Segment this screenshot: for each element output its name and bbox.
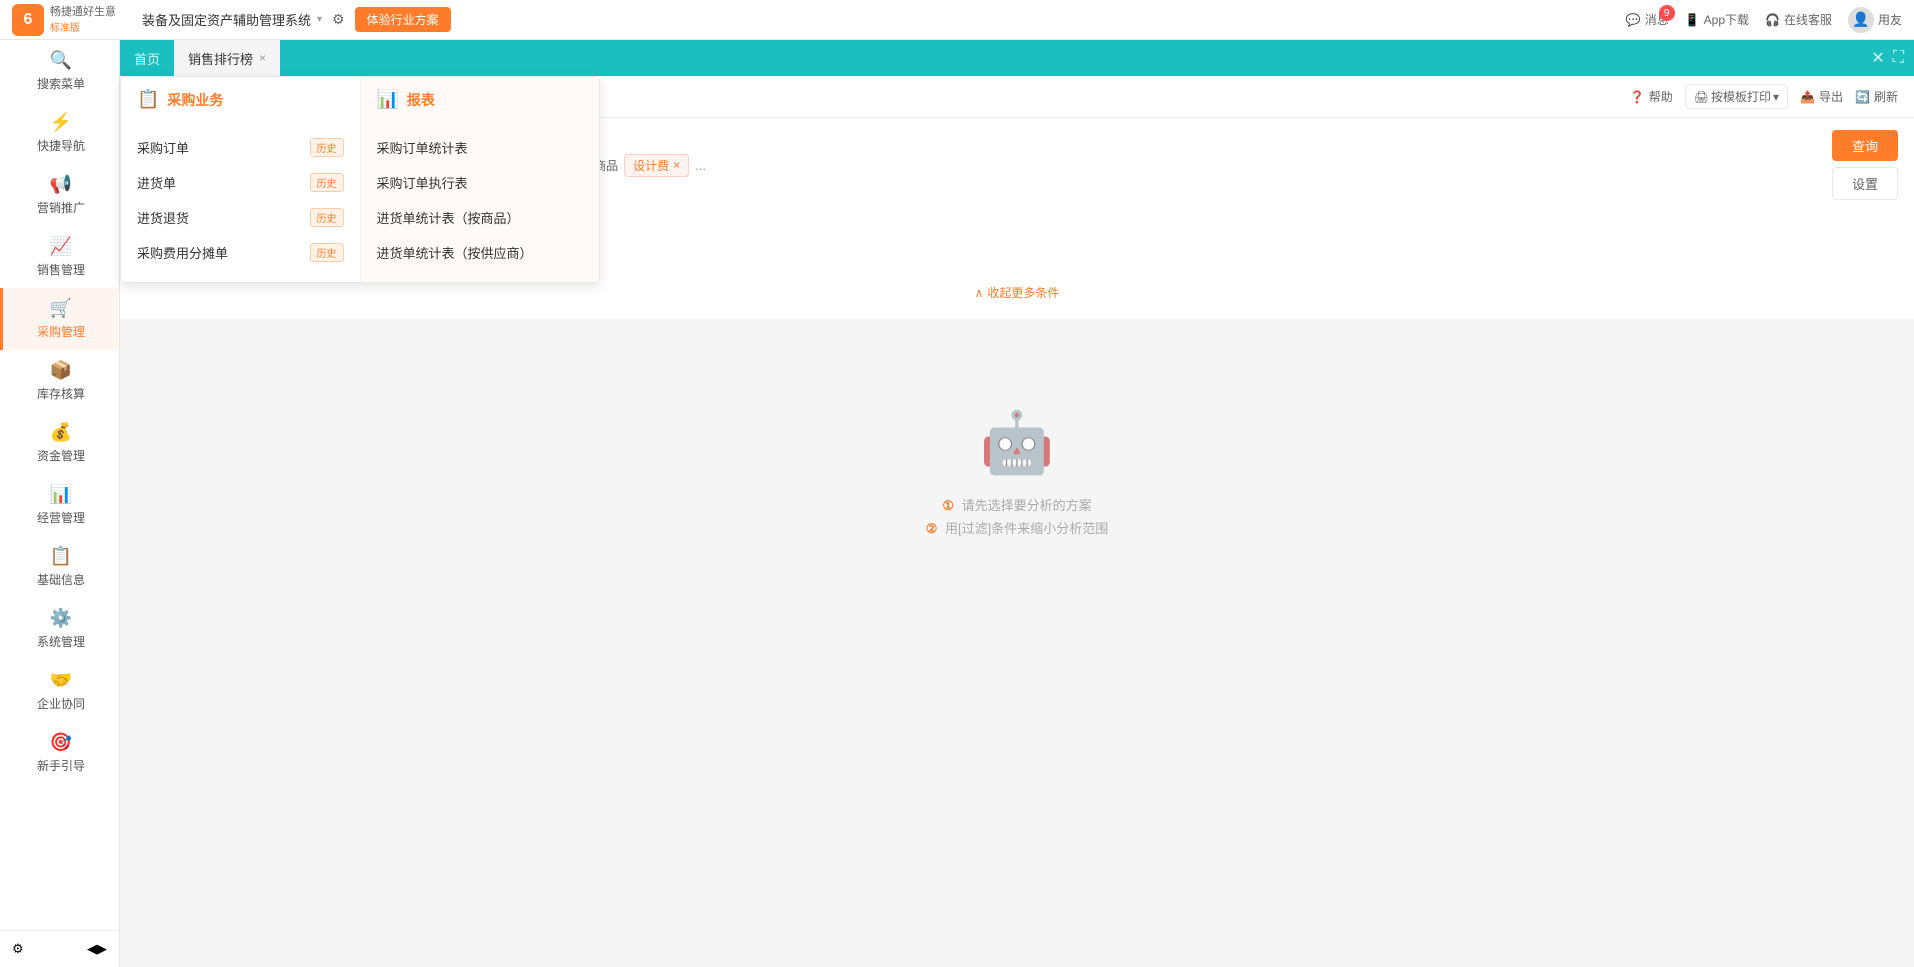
dropdown-menu: 📋 采购业务 采购订单 历史 进货单 历史 进货退货 历史 采购费用分摊单 历史… [120,76,600,283]
user-item[interactable]: 👤 用友 [1848,7,1902,33]
logo-text: 畅捷通好生意 [50,5,116,19]
history-badge-3: 历史 [310,208,344,227]
history-badge-2: 历史 [310,173,344,192]
set-button[interactable]: 设置 [1832,167,1898,200]
sidebar-item-sales[interactable]: 📈 销售管理 [0,226,119,288]
top-header: 6 畅捷通好生意 标准版 装备及固定资产辅助管理系统 ▾ ⚙ 体验行业方案 💬 … [0,0,1914,40]
message-item[interactable]: 💬 消息 9 [1626,11,1669,28]
stock-in-by-goods-item[interactable]: 进货单统计表（按商品） [377,200,584,235]
sidebar-item-basic-info[interactable]: 📋 基础信息 [0,536,119,598]
industry-button[interactable]: 体验行业方案 [355,7,451,32]
guide-icon: 🎯 [50,732,72,753]
system-name: 装备及固定资产辅助管理系统 ▾ [142,10,322,29]
sidebar-item-guide[interactable]: 🎯 新手引导 [0,722,119,784]
empty-tip-1: ① 请先选择要分析的方案 [942,494,1091,517]
sidebar: 🔍 搜索菜单 ⚡ 快捷导航 📢 营销推广 📈 销售管理 🛒 采购管理 📦 库存核… [0,40,120,967]
system-icon: ⚙️ [50,608,72,629]
sidebar-item-inventory[interactable]: 📦 库存核算 [0,350,119,412]
header-left: 6 畅捷通好生意 标准版 装备及固定资产辅助管理系统 ▾ ⚙ 体验行业方案 [12,4,451,36]
tabs-bar: 首页 销售排行榜 × ✕ ⛶ [120,40,1914,76]
goods-dots: ... [695,158,706,173]
header-right: 💬 消息 9 📱 App下载 🎧 在线客服 👤 用友 [1626,7,1902,33]
settings-icon[interactable]: ⚙ [332,11,345,28]
collapse-icon: ∧ [975,286,984,300]
sidebar-item-operation[interactable]: 📊 经营管理 [0,474,119,536]
operation-icon: 📊 [50,484,72,505]
collapse-sidebar-icon[interactable]: ◀▶ [87,941,107,957]
stock-in-item[interactable]: 进货单 历史 [137,165,344,200]
user-avatar: 👤 [1848,7,1874,33]
print-dropdown-icon: ▾ [1773,90,1779,104]
sidebar-item-nav[interactable]: ⚡ 快捷导航 [0,102,119,164]
print-action[interactable]: 🖨 按模板打印 ▾ [1685,84,1788,109]
enterprise-icon: 🤝 [50,670,72,691]
tab-close-btn[interactable]: ✕ [1871,48,1884,68]
tab-sales-rank[interactable]: 销售排行榜 × [174,40,280,76]
export-action[interactable]: 📤 导出 [1800,88,1843,105]
message-icon: 💬 [1626,13,1641,27]
online-service-item[interactable]: 🎧 在线客服 [1765,11,1832,28]
report-section-header: 📊 报表 [377,89,584,118]
print-icon: 🖨 [1694,90,1709,104]
purchase-icon: 🛒 [50,298,72,319]
marketing-icon: 📢 [50,174,72,195]
sidebar-item-finance[interactable]: 💰 资金管理 [0,412,119,474]
tab-expand-btn[interactable]: ⛶ [1893,49,1904,67]
refresh-action[interactable]: 🔄 刷新 [1855,88,1898,105]
message-badge: 9 [1659,5,1675,21]
empty-tip-2: ② 用[过滤]条件来缩小分析范围 [926,517,1109,540]
history-badge-1: 历史 [310,138,344,157]
query-button[interactable]: 查询 [1832,130,1898,161]
system-name-arrow-icon[interactable]: ▾ [317,14,322,25]
help-action[interactable]: ❓ 帮助 [1630,88,1673,105]
report-section-icon: 📊 [377,89,399,110]
empty-state: 🤖 ① 请先选择要分析的方案 ② 用[过滤]条件来缩小分析范围 [120,327,1914,621]
sidebar-item-purchase[interactable]: 🛒 采购管理 [0,288,119,350]
goods-tag-close[interactable]: × [673,158,680,172]
refresh-icon: 🔄 [1855,90,1870,104]
return-goods-item[interactable]: 进货退货 历史 [137,200,344,235]
stock-in-by-supplier-item[interactable]: 进货单统计表（按供应商） [377,235,584,270]
empty-robot-icon: 🤖 [980,407,1055,478]
search-icon: 🔍 [50,50,72,71]
goods-tag: 设计费 × [624,154,689,177]
basic-info-icon: 📋 [50,546,72,567]
report-column: 📊 报表 采购订单统计表 采购订单执行表 进货单统计表（按商品） 进货单统计表（… [361,77,600,282]
inventory-icon: 📦 [50,360,72,381]
purchase-column: 📋 采购业务 采购订单 历史 进货单 历史 进货退货 历史 采购费用分摊单 历史 [121,77,361,282]
purchase-order-exec-item[interactable]: 采购订单执行表 [377,165,584,200]
purchase-section-icon: 📋 [137,89,159,110]
nav-icon: ⚡ [50,112,72,133]
app-download-item[interactable]: 📱 App下载 [1685,11,1749,28]
sidebar-menu: 🔍 搜索菜单 ⚡ 快捷导航 📢 营销推广 📈 销售管理 🛒 采购管理 📦 库存核… [0,40,119,930]
finance-icon: 💰 [50,422,72,443]
sidebar-item-system[interactable]: ⚙️ 系统管理 [0,598,119,660]
sidebar-bottom: ⚙ ◀▶ [0,930,119,967]
sidebar-item-enterprise[interactable]: 🤝 企业协同 [0,660,119,722]
headset-icon: 🎧 [1765,13,1780,27]
logo-label: 标准版 [50,19,116,34]
settings-bottom-icon[interactable]: ⚙ [12,941,24,957]
goods-filter: 商品 设计费 × ... [594,154,706,177]
purchase-order-item[interactable]: 采购订单 历史 [137,130,344,165]
tab-close-icon[interactable]: × [259,51,266,65]
tab-home[interactable]: 首页 [120,40,174,76]
export-icon: 📤 [1800,90,1815,104]
help-icon: ❓ [1630,90,1645,104]
sidebar-item-marketing[interactable]: 📢 营销推广 [0,164,119,226]
purchase-order-stats-item[interactable]: 采购订单统计表 [377,130,584,165]
logo-icon: 6 [12,4,44,36]
purchase-section-header: 📋 采购业务 [137,89,344,118]
sidebar-item-search[interactable]: 🔍 搜索菜单 [0,40,119,102]
purchase-expense-item[interactable]: 采购费用分摊单 历史 [137,235,344,270]
sales-icon: 📈 [50,236,72,257]
history-badge-4: 历史 [310,243,344,262]
logo-area: 6 畅捷通好生意 标准版 [12,4,132,36]
action-btns: 查询 设置 [1832,130,1898,200]
tabs-right-actions: ✕ ⛶ [1861,48,1914,68]
phone-icon: 📱 [1685,13,1700,27]
